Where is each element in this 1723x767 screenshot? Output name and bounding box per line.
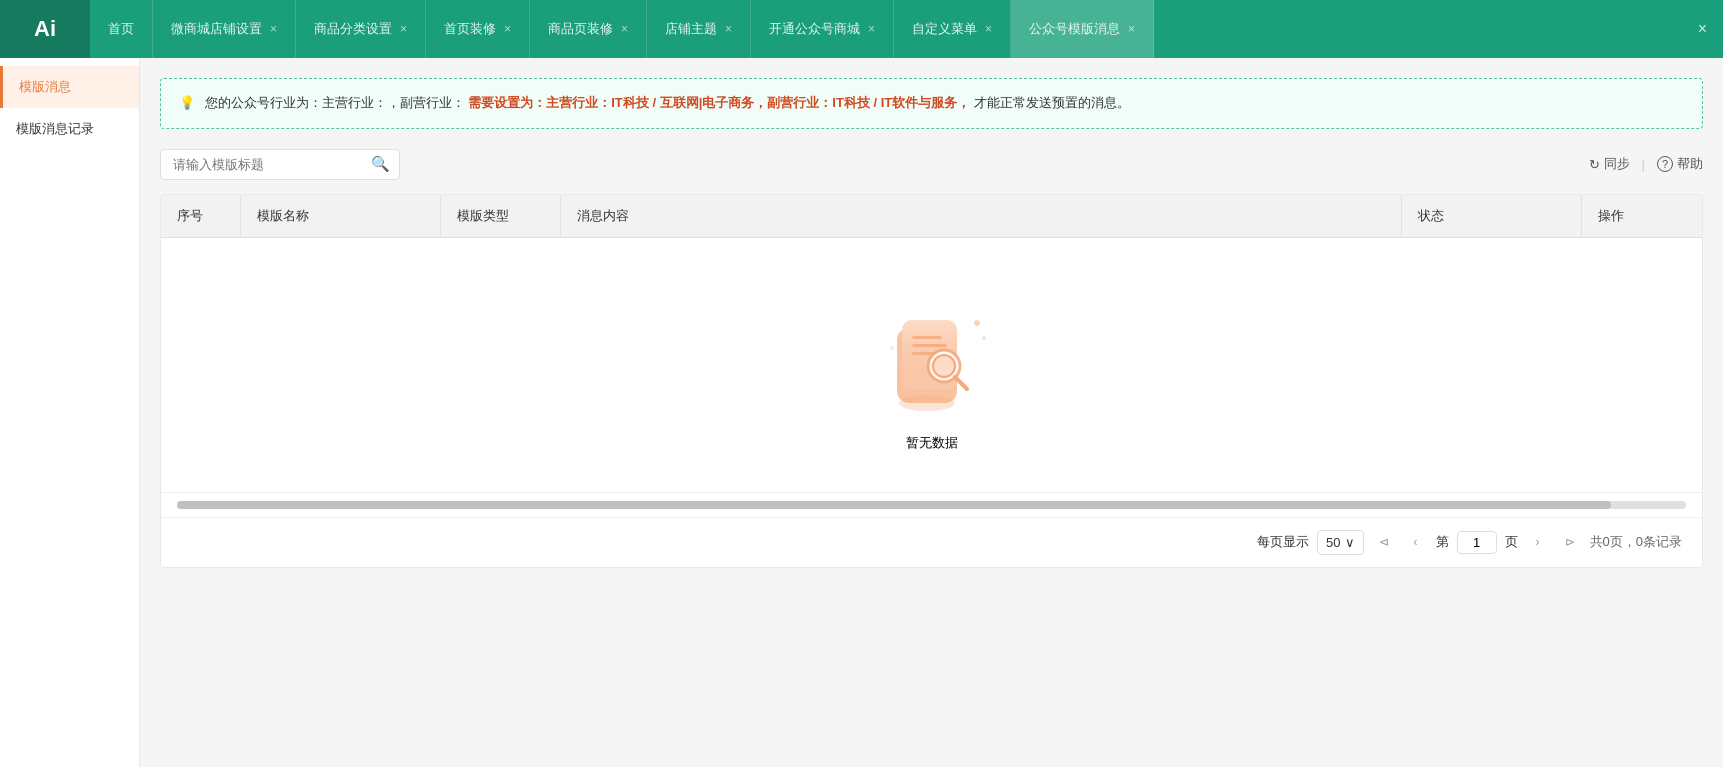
table-header-5: 操作 (1582, 195, 1702, 237)
nav-tab-label: 首页装修 (444, 20, 496, 38)
nav-tab-label: 商品分类设置 (314, 20, 392, 38)
nav-tab-shop-settings[interactable]: 微商城店铺设置 × (153, 0, 296, 58)
table-header-0: 序号 (161, 195, 241, 237)
table-header-1: 模版名称 (241, 195, 441, 237)
empty-illustration (872, 298, 992, 418)
horizontal-scrollbar[interactable] (161, 492, 1702, 517)
toolbar-divider: | (1642, 157, 1645, 172)
nav-tab-label: 店铺主题 (665, 20, 717, 38)
toolbar-right: ↻ 同步 | ? 帮助 (1589, 155, 1703, 173)
notice-suffix: 才能正常发送预置的消息。 (974, 95, 1130, 110)
page-size-label: 每页显示 (1257, 533, 1309, 551)
scrollbar-thumb[interactable] (177, 501, 1611, 509)
top-navigation: Ai 首页微商城店铺设置×商品分类设置×首页装修×商品页装修×店铺主题×开通公众… (0, 0, 1723, 58)
app-logo: Ai (0, 0, 90, 58)
page-word-end: 页 (1505, 533, 1518, 551)
nav-tab-label: 首页 (108, 20, 134, 38)
nav-tabs-container: 首页微商城店铺设置×商品分类设置×首页装修×商品页装修×店铺主题×开通公众号商城… (90, 0, 1682, 58)
last-page-button[interactable]: ⊳ (1558, 530, 1582, 554)
main-layout: 模版消息模版消息记录 💡 您的公众号行业为：主营行业：，副营行业： 需要设置为：… (0, 58, 1723, 767)
notice-prefix: 您的公众号行业为：主营行业：，副营行业： (205, 95, 465, 110)
sync-button[interactable]: ↻ 同步 (1589, 155, 1630, 173)
next-page-button[interactable]: › (1526, 530, 1550, 554)
page-size-dropdown-icon: ∨ (1345, 535, 1355, 550)
nav-tab-close-home-decoration[interactable]: × (504, 22, 511, 36)
sidebar: 模版消息模版消息记录 (0, 58, 140, 767)
svg-rect-4 (912, 336, 942, 339)
nav-tab-close-shop-settings[interactable]: × (270, 22, 277, 36)
empty-text: 暂无数据 (906, 434, 958, 452)
sync-icon: ↻ (1589, 157, 1600, 172)
notice-icon: 💡 (179, 95, 195, 110)
nav-tab-store-theme[interactable]: 店铺主题 × (647, 0, 751, 58)
prev-page-button[interactable]: ‹ (1404, 530, 1428, 554)
nav-tab-category-settings[interactable]: 商品分类设置 × (296, 0, 426, 58)
search-input[interactable] (160, 149, 400, 180)
nav-tab-label: 微商城店铺设置 (171, 20, 262, 38)
table-header-4: 状态 (1402, 195, 1582, 237)
nav-tab-close-store-theme[interactable]: × (725, 22, 732, 36)
empty-state: 暂无数据 (161, 238, 1702, 492)
notice-box: 💡 您的公众号行业为：主营行业：，副营行业： 需要设置为：主营行业：IT科技 /… (160, 78, 1703, 129)
sidebar-item-template-msg[interactable]: 模版消息 (0, 66, 139, 108)
search-input-wrap: 🔍 (160, 149, 400, 180)
nav-tab-product-decoration[interactable]: 商品页装修 × (530, 0, 647, 58)
nav-tab-label: 公众号模版消息 (1029, 20, 1120, 38)
nav-tab-close-product-decoration[interactable]: × (621, 22, 628, 36)
table-header-3: 消息内容 (561, 195, 1402, 237)
sync-label: 同步 (1604, 155, 1630, 173)
page-size-select[interactable]: 50 ∨ (1317, 530, 1363, 555)
table-header-2: 模版类型 (441, 195, 561, 237)
svg-point-10 (974, 320, 980, 326)
nav-tab-custom-menu[interactable]: 自定义菜单 × (894, 0, 1011, 58)
table-header: 序号模版名称模版类型消息内容状态操作 (161, 195, 1702, 238)
nav-tab-label: 商品页装修 (548, 20, 613, 38)
close-all-tabs-button[interactable]: × (1682, 0, 1723, 58)
sidebar-item-template-msg-record[interactable]: 模版消息记录 (0, 108, 139, 150)
nav-tab-label: 自定义菜单 (912, 20, 977, 38)
nav-tab-home[interactable]: 首页 (90, 0, 153, 58)
data-table: 序号模版名称模版类型消息内容状态操作 (160, 194, 1703, 568)
nav-tab-close-template-msg[interactable]: × (1128, 22, 1135, 36)
total-info: 共0页，0条记录 (1590, 533, 1682, 551)
help-circle-icon: ? (1657, 156, 1673, 172)
nav-tab-label: 开通公众号商城 (769, 20, 860, 38)
search-bar: 🔍 ↻ 同步 | ? 帮助 (160, 149, 1703, 180)
main-content: 💡 您的公众号行业为：主营行业：，副营行业： 需要设置为：主营行业：IT科技 /… (140, 58, 1723, 767)
nav-tab-close-open-mall[interactable]: × (868, 22, 875, 36)
search-button[interactable]: 🔍 (371, 155, 390, 173)
help-label: 帮助 (1677, 155, 1703, 173)
help-button[interactable]: ? 帮助 (1657, 155, 1703, 173)
svg-point-11 (982, 336, 986, 340)
scrollbar-track[interactable] (177, 501, 1686, 509)
page-word: 第 (1436, 533, 1449, 551)
current-page-input[interactable] (1457, 531, 1497, 554)
first-page-button[interactable]: ⊲ (1372, 530, 1396, 554)
nav-tab-close-category-settings[interactable]: × (400, 22, 407, 36)
nav-tab-home-decoration[interactable]: 首页装修 × (426, 0, 530, 58)
notice-highlight: 需要设置为：主营行业：IT科技 / 互联网|电子商务，副营行业：IT科技 / I… (468, 95, 970, 110)
page-size-value: 50 (1326, 535, 1340, 550)
svg-point-8 (933, 355, 955, 377)
svg-rect-5 (912, 344, 947, 347)
nav-tab-open-mall[interactable]: 开通公众号商城 × (751, 0, 894, 58)
nav-tab-close-custom-menu[interactable]: × (985, 22, 992, 36)
nav-tab-template-msg[interactable]: 公众号模版消息 × (1011, 0, 1154, 58)
pagination: 每页显示 50 ∨ ⊲ ‹ 第 页 › ⊳ 共0页，0条记录 (161, 517, 1702, 567)
svg-point-12 (890, 346, 894, 350)
